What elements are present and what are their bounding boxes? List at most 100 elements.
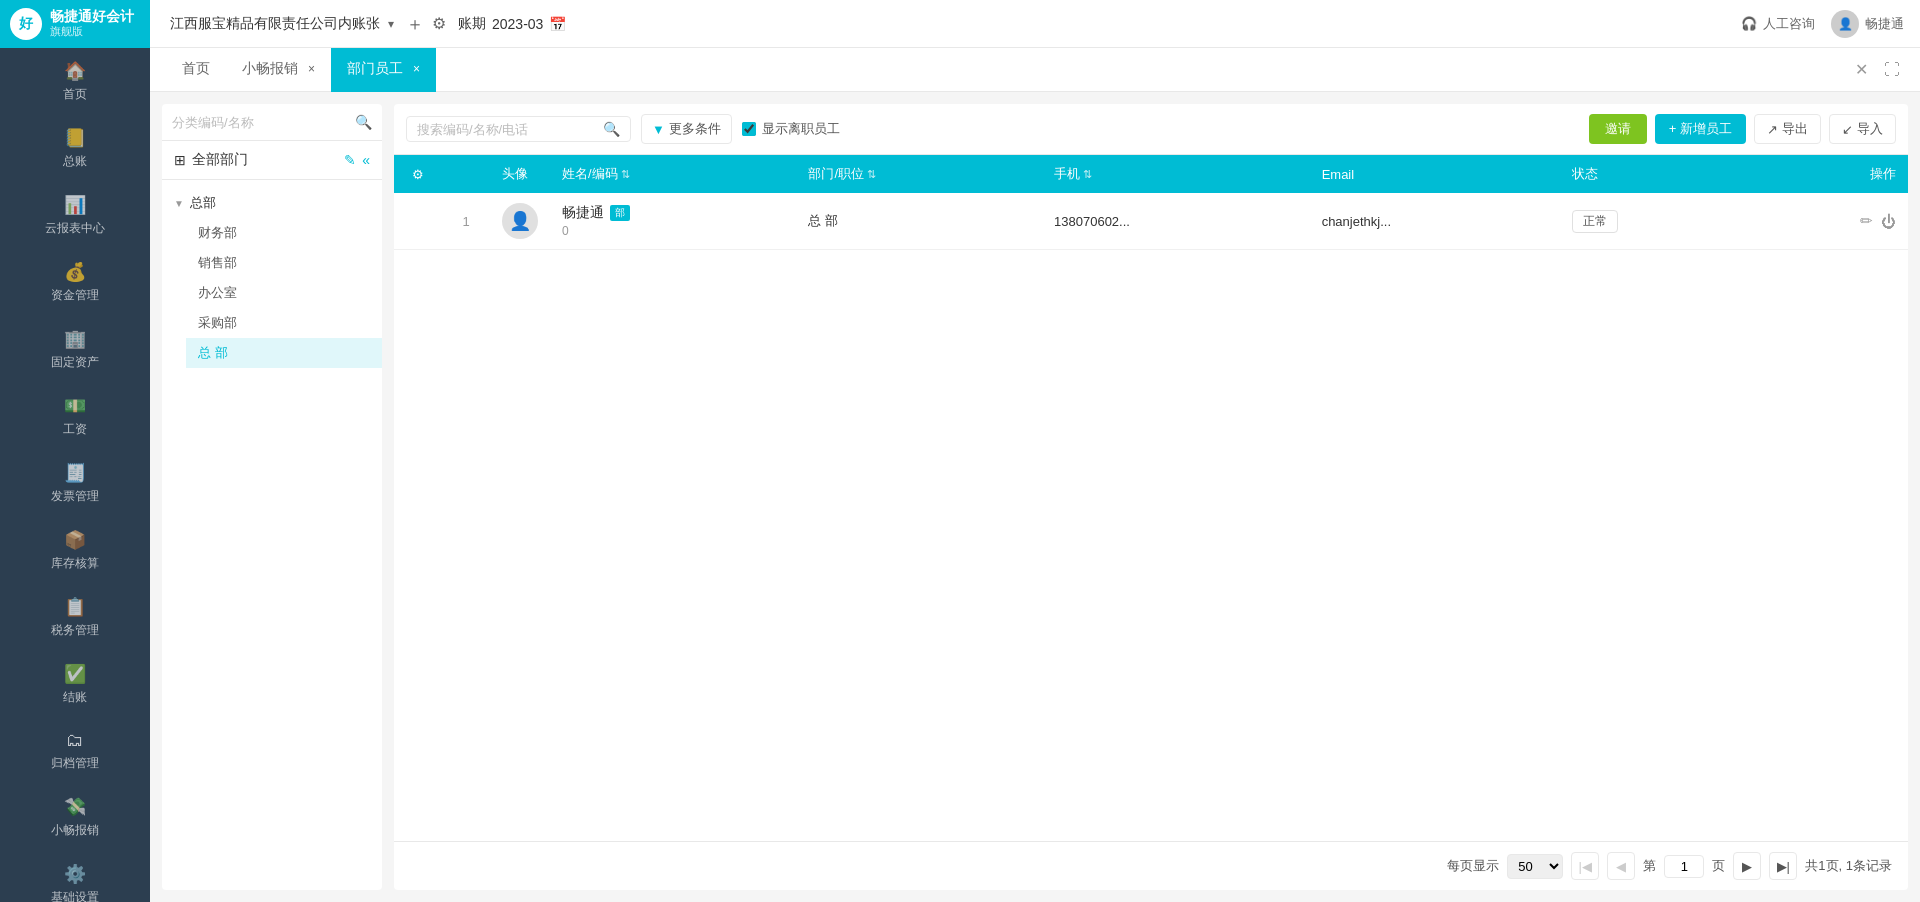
- dept-group-hq-label: 总部: [190, 194, 216, 212]
- first-page-btn[interactable]: |◀: [1571, 852, 1599, 880]
- import-btn[interactable]: ↙ 导入: [1829, 114, 1896, 144]
- user-menu[interactable]: 👤 畅捷通: [1831, 10, 1904, 38]
- col-phone[interactable]: 手机: [1042, 155, 1310, 193]
- dept-collapse-btn[interactable]: «: [362, 152, 370, 168]
- tab-expense-close[interactable]: ×: [308, 62, 315, 76]
- pagination-bar: 每页显示 50 100 200 |◀ ◀ 第 页 ▶ ▶| 共1页, 1条记录: [394, 841, 1908, 890]
- sidebar-label-invoices: 发票管理: [51, 488, 99, 505]
- edit-btn[interactable]: ✏: [1860, 212, 1873, 230]
- period-value: 2023-03: [492, 16, 543, 32]
- sidebar-item-ledger[interactable]: 📒 总账: [0, 115, 150, 182]
- user-name: 畅捷通: [1865, 15, 1904, 33]
- row-avatar: 👤: [490, 193, 550, 250]
- export-btn[interactable]: ↗ 导出: [1754, 114, 1821, 144]
- dept-search-input[interactable]: [172, 115, 349, 130]
- logout-btn[interactable]: ⏻: [1881, 213, 1896, 230]
- per-page-select[interactable]: 50 100 200: [1507, 854, 1563, 879]
- tab-employees-close[interactable]: ×: [413, 62, 420, 76]
- sidebar-item-expense[interactable]: 💸 小畅报销: [0, 784, 150, 851]
- next-page-btn[interactable]: ▶: [1733, 852, 1761, 880]
- dept-tree-list: ▼ 总部 财务部 销售部 办公室 采购部 总 部: [162, 180, 382, 890]
- sidebar-item-funds[interactable]: 💰 资金管理: [0, 249, 150, 316]
- assets-icon: 🏢: [64, 328, 86, 350]
- dept-group-hq-header[interactable]: ▼ 总部: [162, 188, 382, 218]
- inventory-icon: 📦: [64, 529, 86, 551]
- dept-item-sales[interactable]: 销售部: [186, 248, 382, 278]
- app-logo[interactable]: 好 畅捷通好会计 旗舰版: [0, 0, 150, 48]
- name-box: 畅捷通 部 0: [562, 204, 784, 238]
- status-badge: 正常: [1572, 210, 1618, 233]
- tab-expense[interactable]: 小畅报销 ×: [226, 48, 331, 92]
- dept-tree-title: ⊞ 全部部门: [174, 151, 248, 169]
- name-display: 畅捷通 部: [562, 204, 784, 222]
- dept-group-hq: ▼ 总部 财务部 销售部 办公室 采购部 总 部: [162, 188, 382, 368]
- import-icon: ↙: [1842, 122, 1853, 137]
- col-settings[interactable]: ⚙: [394, 155, 442, 193]
- dept-grid-icon: ⊞: [174, 152, 186, 168]
- settings-btn[interactable]: ⚙: [432, 14, 446, 33]
- sidebar-item-archive[interactable]: 🗂 归档管理: [0, 718, 150, 784]
- sidebar-label-home: 首页: [63, 86, 87, 103]
- avatar: 👤: [502, 203, 538, 239]
- dept-item-purchasing[interactable]: 采购部: [186, 308, 382, 338]
- page-input[interactable]: [1664, 855, 1704, 878]
- last-page-btn[interactable]: ▶|: [1769, 852, 1797, 880]
- dept-item-finance[interactable]: 财务部: [186, 218, 382, 248]
- dept-badge: 部: [610, 205, 630, 221]
- table-row: 1 👤 畅捷通 部: [394, 193, 1908, 250]
- sidebar-item-settings[interactable]: ⚙️ 基础设置: [0, 851, 150, 902]
- tab-close-btn[interactable]: ✕: [1851, 56, 1872, 83]
- row-phone: 138070602...: [1042, 193, 1310, 250]
- emp-search-icon[interactable]: 🔍: [603, 121, 620, 137]
- sidebar-item-closing[interactable]: ✅ 结账: [0, 651, 150, 718]
- col-name[interactable]: 姓名/编码: [550, 155, 796, 193]
- emp-filter-btn[interactable]: ▼ 更多条件: [641, 114, 732, 144]
- sidebar-item-payroll[interactable]: 💵 工资: [0, 383, 150, 450]
- pagination-info: 共1页, 1条记录: [1805, 857, 1892, 875]
- sidebar-item-invoices[interactable]: 🧾 发票管理: [0, 450, 150, 517]
- tab-home[interactable]: 首页: [166, 48, 226, 92]
- support-label: 人工咨询: [1763, 15, 1815, 33]
- tab-expand-btn[interactable]: ⛶: [1880, 56, 1904, 83]
- sidebar-item-home[interactable]: 🏠 首页: [0, 48, 150, 115]
- dept-search-icon[interactable]: 🔍: [355, 114, 372, 130]
- row-settings: [394, 193, 442, 250]
- sidebar-label-assets: 固定资产: [51, 354, 99, 371]
- sidebar-label-ledger: 总账: [63, 153, 87, 170]
- dept-add-btn[interactable]: ✎: [344, 152, 356, 168]
- invite-btn[interactable]: 邀请: [1589, 114, 1647, 144]
- filter-icon: ▼: [652, 122, 665, 137]
- tab-employees[interactable]: 部门员工 ×: [331, 48, 436, 92]
- app-version: 旗舰版: [50, 24, 134, 39]
- tab-employees-label: 部门员工: [347, 60, 403, 78]
- sidebar-item-assets[interactable]: 🏢 固定资产: [0, 316, 150, 383]
- prev-page-btn[interactable]: ◀: [1607, 852, 1635, 880]
- emp-search-input[interactable]: [417, 122, 597, 137]
- sidebar-item-reports[interactable]: 📊 云报表中心: [0, 182, 150, 249]
- add-company-btn[interactable]: ＋: [406, 12, 424, 36]
- calendar-icon[interactable]: 📅: [549, 16, 566, 32]
- sidebar-item-tax[interactable]: 📋 税务管理: [0, 584, 150, 651]
- dept-child-list: 财务部 销售部 办公室 采购部 总 部: [162, 218, 382, 368]
- employee-panel: 🔍 ▼ 更多条件 显示离职员工 邀请 + 新增员工 ↗: [394, 104, 1908, 890]
- show-resigned-checkbox[interactable]: [742, 122, 756, 136]
- dept-item-office[interactable]: 办公室: [186, 278, 382, 308]
- import-label: 导入: [1857, 120, 1883, 138]
- col-status: 状态: [1560, 155, 1748, 193]
- col-index: [442, 155, 490, 193]
- sidebar-item-inventory[interactable]: 📦 库存核算: [0, 517, 150, 584]
- emp-table: ⚙ 头像 姓名/编码 部门/职位 手机 Email 状态 操作: [394, 155, 1908, 841]
- show-resigned-text: 显示离职员工: [762, 120, 840, 138]
- closing-icon: ✅: [64, 663, 86, 685]
- add-employee-btn[interactable]: + 新增员工: [1655, 114, 1746, 144]
- company-dropdown-btn[interactable]: ▾: [388, 17, 394, 31]
- sidebar-label-reports: 云报表中心: [45, 220, 105, 237]
- show-resigned-label[interactable]: 显示离职员工: [742, 120, 840, 138]
- sidebar-label-archive: 归档管理: [51, 755, 99, 772]
- funds-icon: 💰: [64, 261, 86, 283]
- company-selector[interactable]: 江西服宝精品有限责任公司内账张 ▾: [170, 15, 394, 33]
- support-btn[interactable]: 🎧 人工咨询: [1741, 15, 1815, 33]
- col-dept[interactable]: 部门/职位: [796, 155, 1042, 193]
- expense-icon: 💸: [64, 796, 86, 818]
- dept-item-general[interactable]: 总 部: [186, 338, 382, 368]
